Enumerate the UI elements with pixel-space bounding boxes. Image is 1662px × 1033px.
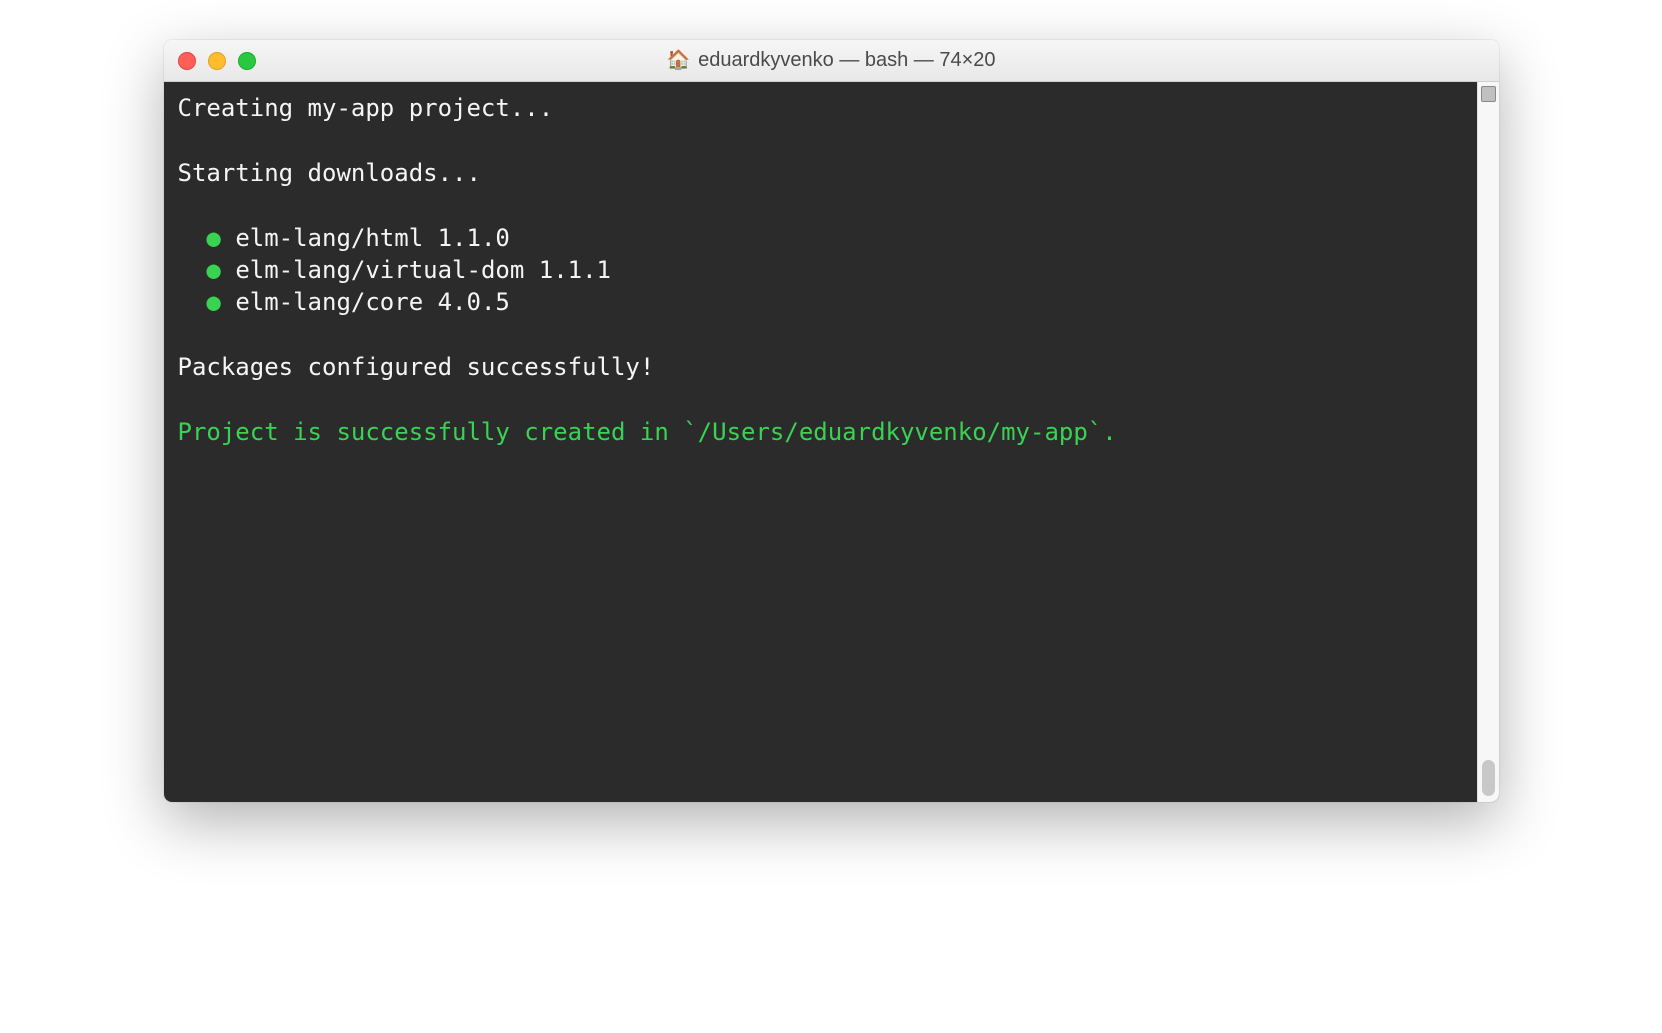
- bullet-icon: ●: [206, 286, 220, 318]
- blank-line: [178, 319, 1463, 351]
- blank-line: [178, 124, 1463, 156]
- output-line: Starting downloads...: [178, 157, 1463, 189]
- success-line: Project is successfully created in `/Use…: [178, 416, 1463, 448]
- download-text: elm-lang/html 1.1.0: [235, 222, 510, 254]
- traffic-lights: [178, 52, 256, 70]
- terminal-body: Creating my-app project... Starting downl…: [164, 82, 1499, 802]
- download-item: ● elm-lang/virtual-dom 1.1.1: [178, 254, 1463, 286]
- bullet-icon: ●: [206, 254, 220, 286]
- terminal-window: 🏠 eduardkyvenko — bash — 74×20 Creating …: [164, 40, 1499, 802]
- download-text: elm-lang/virtual-dom 1.1.1: [235, 254, 611, 286]
- output-line: Packages configured successfully!: [178, 351, 1463, 383]
- bullet-icon: ●: [206, 222, 220, 254]
- scroll-indicator-icon: [1481, 86, 1496, 102]
- titlebar[interactable]: 🏠 eduardkyvenko — bash — 74×20: [164, 40, 1499, 82]
- window-title-container: 🏠 eduardkyvenko — bash — 74×20: [666, 49, 995, 72]
- download-item: ● elm-lang/core 4.0.5: [178, 286, 1463, 318]
- zoom-button[interactable]: [238, 52, 256, 70]
- blank-line: [178, 384, 1463, 416]
- output-line: Creating my-app project...: [178, 92, 1463, 124]
- minimize-button[interactable]: [208, 52, 226, 70]
- scrollbar[interactable]: [1477, 82, 1499, 802]
- terminal-content[interactable]: Creating my-app project... Starting downl…: [164, 82, 1477, 802]
- download-text: elm-lang/core 4.0.5: [235, 286, 510, 318]
- blank-line: [178, 189, 1463, 221]
- home-icon: 🏠: [666, 51, 690, 70]
- window-title: eduardkyvenko — bash — 74×20: [698, 49, 995, 72]
- download-item: ● elm-lang/html 1.1.0: [178, 222, 1463, 254]
- close-button[interactable]: [178, 52, 196, 70]
- scroll-thumb[interactable]: [1482, 760, 1495, 796]
